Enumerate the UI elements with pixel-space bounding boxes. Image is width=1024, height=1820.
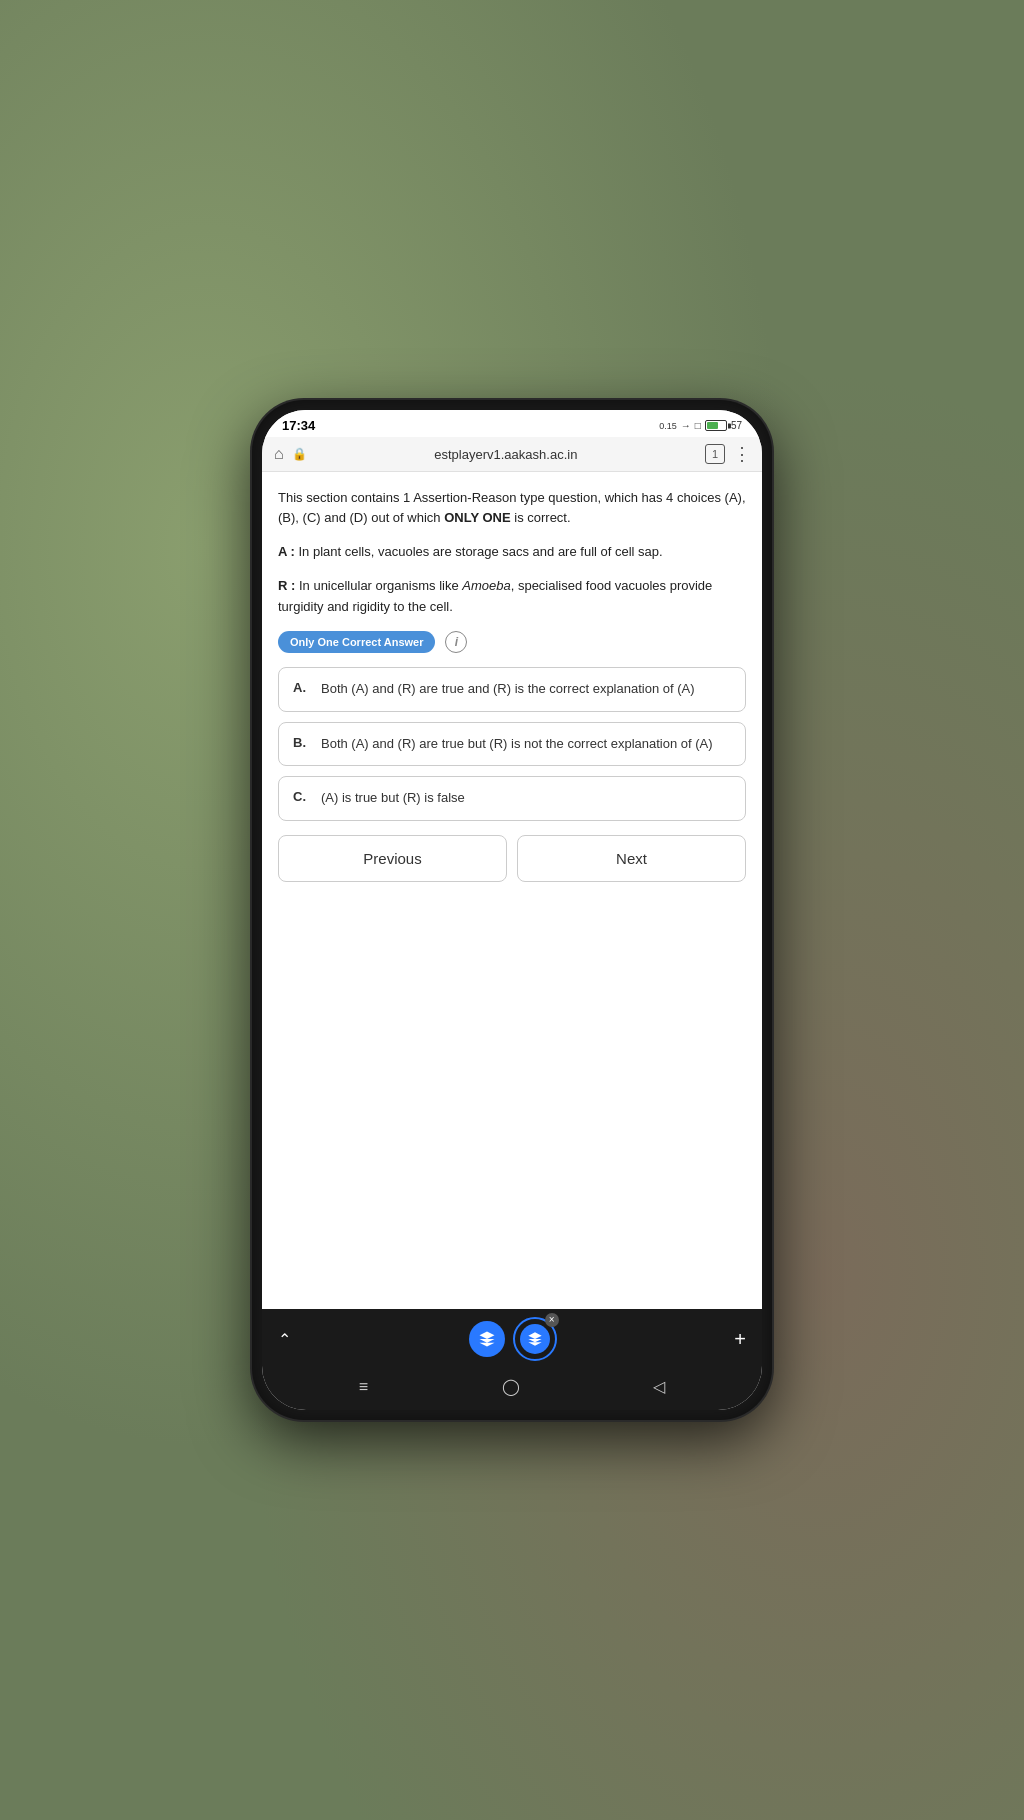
phone-screen: 17:34 0.15 → □ 57 ⌂ 🔒 estplayerv1.aakash… <box>262 410 762 1410</box>
lock-icon: 🔒 <box>292 447 307 461</box>
tab-count[interactable]: 1 <box>705 444 725 464</box>
option-c[interactable]: C. (A) is true but (R) is false <box>278 776 746 821</box>
bottom-app-nav: ⌃ + <box>262 1309 762 1369</box>
assertion-label: A : <box>278 544 298 559</box>
option-a-letter: A. <box>293 680 311 695</box>
reason-text: In unicellular organisms like Amoeba, sp… <box>278 578 712 613</box>
nav-left: ⌃ <box>278 1330 291 1349</box>
option-c-letter: C. <box>293 789 311 804</box>
option-b[interactable]: B. Both (A) and (R) are true but (R) is … <box>278 722 746 767</box>
previous-button[interactable]: Previous <box>278 835 507 882</box>
main-content: This section contains 1 Assertion-Reason… <box>262 472 762 1309</box>
battery-percent: 57 <box>731 420 742 431</box>
back-button[interactable]: ◁ <box>653 1377 665 1396</box>
option-a[interactable]: A. Both (A) and (R) are true and (R) is … <box>278 667 746 712</box>
app-icon-1[interactable] <box>469 1321 505 1357</box>
chevron-up-icon[interactable]: ⌃ <box>278 1330 291 1349</box>
option-a-text: Both (A) and (R) are true and (R) is the… <box>321 680 695 699</box>
options-container: A. Both (A) and (R) are true and (R) is … <box>278 667 746 822</box>
signal-icon: → <box>681 420 691 431</box>
home-icon[interactable]: ⌂ <box>274 445 284 463</box>
phone-device: 17:34 0.15 → □ 57 ⌂ 🔒 estplayerv1.aakash… <box>252 400 772 1420</box>
app-icon-2-inner <box>520 1324 550 1354</box>
next-button[interactable]: Next <box>517 835 746 882</box>
battery-icon <box>705 420 727 431</box>
home-button[interactable]: ◯ <box>502 1377 520 1396</box>
assertion-text: In plant cells, vacuoles are storage sac… <box>298 544 662 559</box>
reason-block: R : In unicellular organisms like Amoeba… <box>278 576 746 616</box>
browser-bar: ⌂ 🔒 estplayerv1.aakash.ac.in 1 ⋮ <box>262 437 762 472</box>
status-time: 17:34 <box>282 418 315 433</box>
intro-text: This section contains 1 Assertion-Reason… <box>278 490 746 525</box>
assertion-block: A : In plant cells, vacuoles are storage… <box>278 542 746 562</box>
system-nav: ≡ ◯ ◁ <box>262 1369 762 1410</box>
answer-type-badge: Only One Correct Answer <box>278 631 435 653</box>
option-c-text: (A) is true but (R) is false <box>321 789 465 808</box>
browser-menu-icon[interactable]: ⋮ <box>733 443 750 465</box>
nav-center <box>469 1317 557 1361</box>
screen-icon: □ <box>695 420 701 431</box>
menu-button[interactable]: ≡ <box>359 1378 368 1396</box>
info-icon[interactable]: i <box>445 631 467 653</box>
question-intro: This section contains 1 Assertion-Reason… <box>278 488 746 528</box>
browser-url[interactable]: estplayerv1.aakash.ac.in <box>315 447 697 462</box>
option-b-letter: B. <box>293 735 311 750</box>
battery-fill <box>707 422 718 429</box>
nav-buttons: Previous Next <box>278 835 746 890</box>
option-b-text: Both (A) and (R) are true but (R) is not… <box>321 735 713 754</box>
status-icons: 0.15 → □ 57 <box>659 420 742 431</box>
nav-right[interactable]: + <box>734 1328 746 1351</box>
status-bar: 17:34 0.15 → □ 57 <box>262 410 762 437</box>
data-speed-label: 0.15 <box>659 421 677 431</box>
badge-row: Only One Correct Answer i <box>278 631 467 653</box>
reason-label: R : <box>278 578 299 593</box>
app-icon-2[interactable] <box>513 1317 557 1361</box>
